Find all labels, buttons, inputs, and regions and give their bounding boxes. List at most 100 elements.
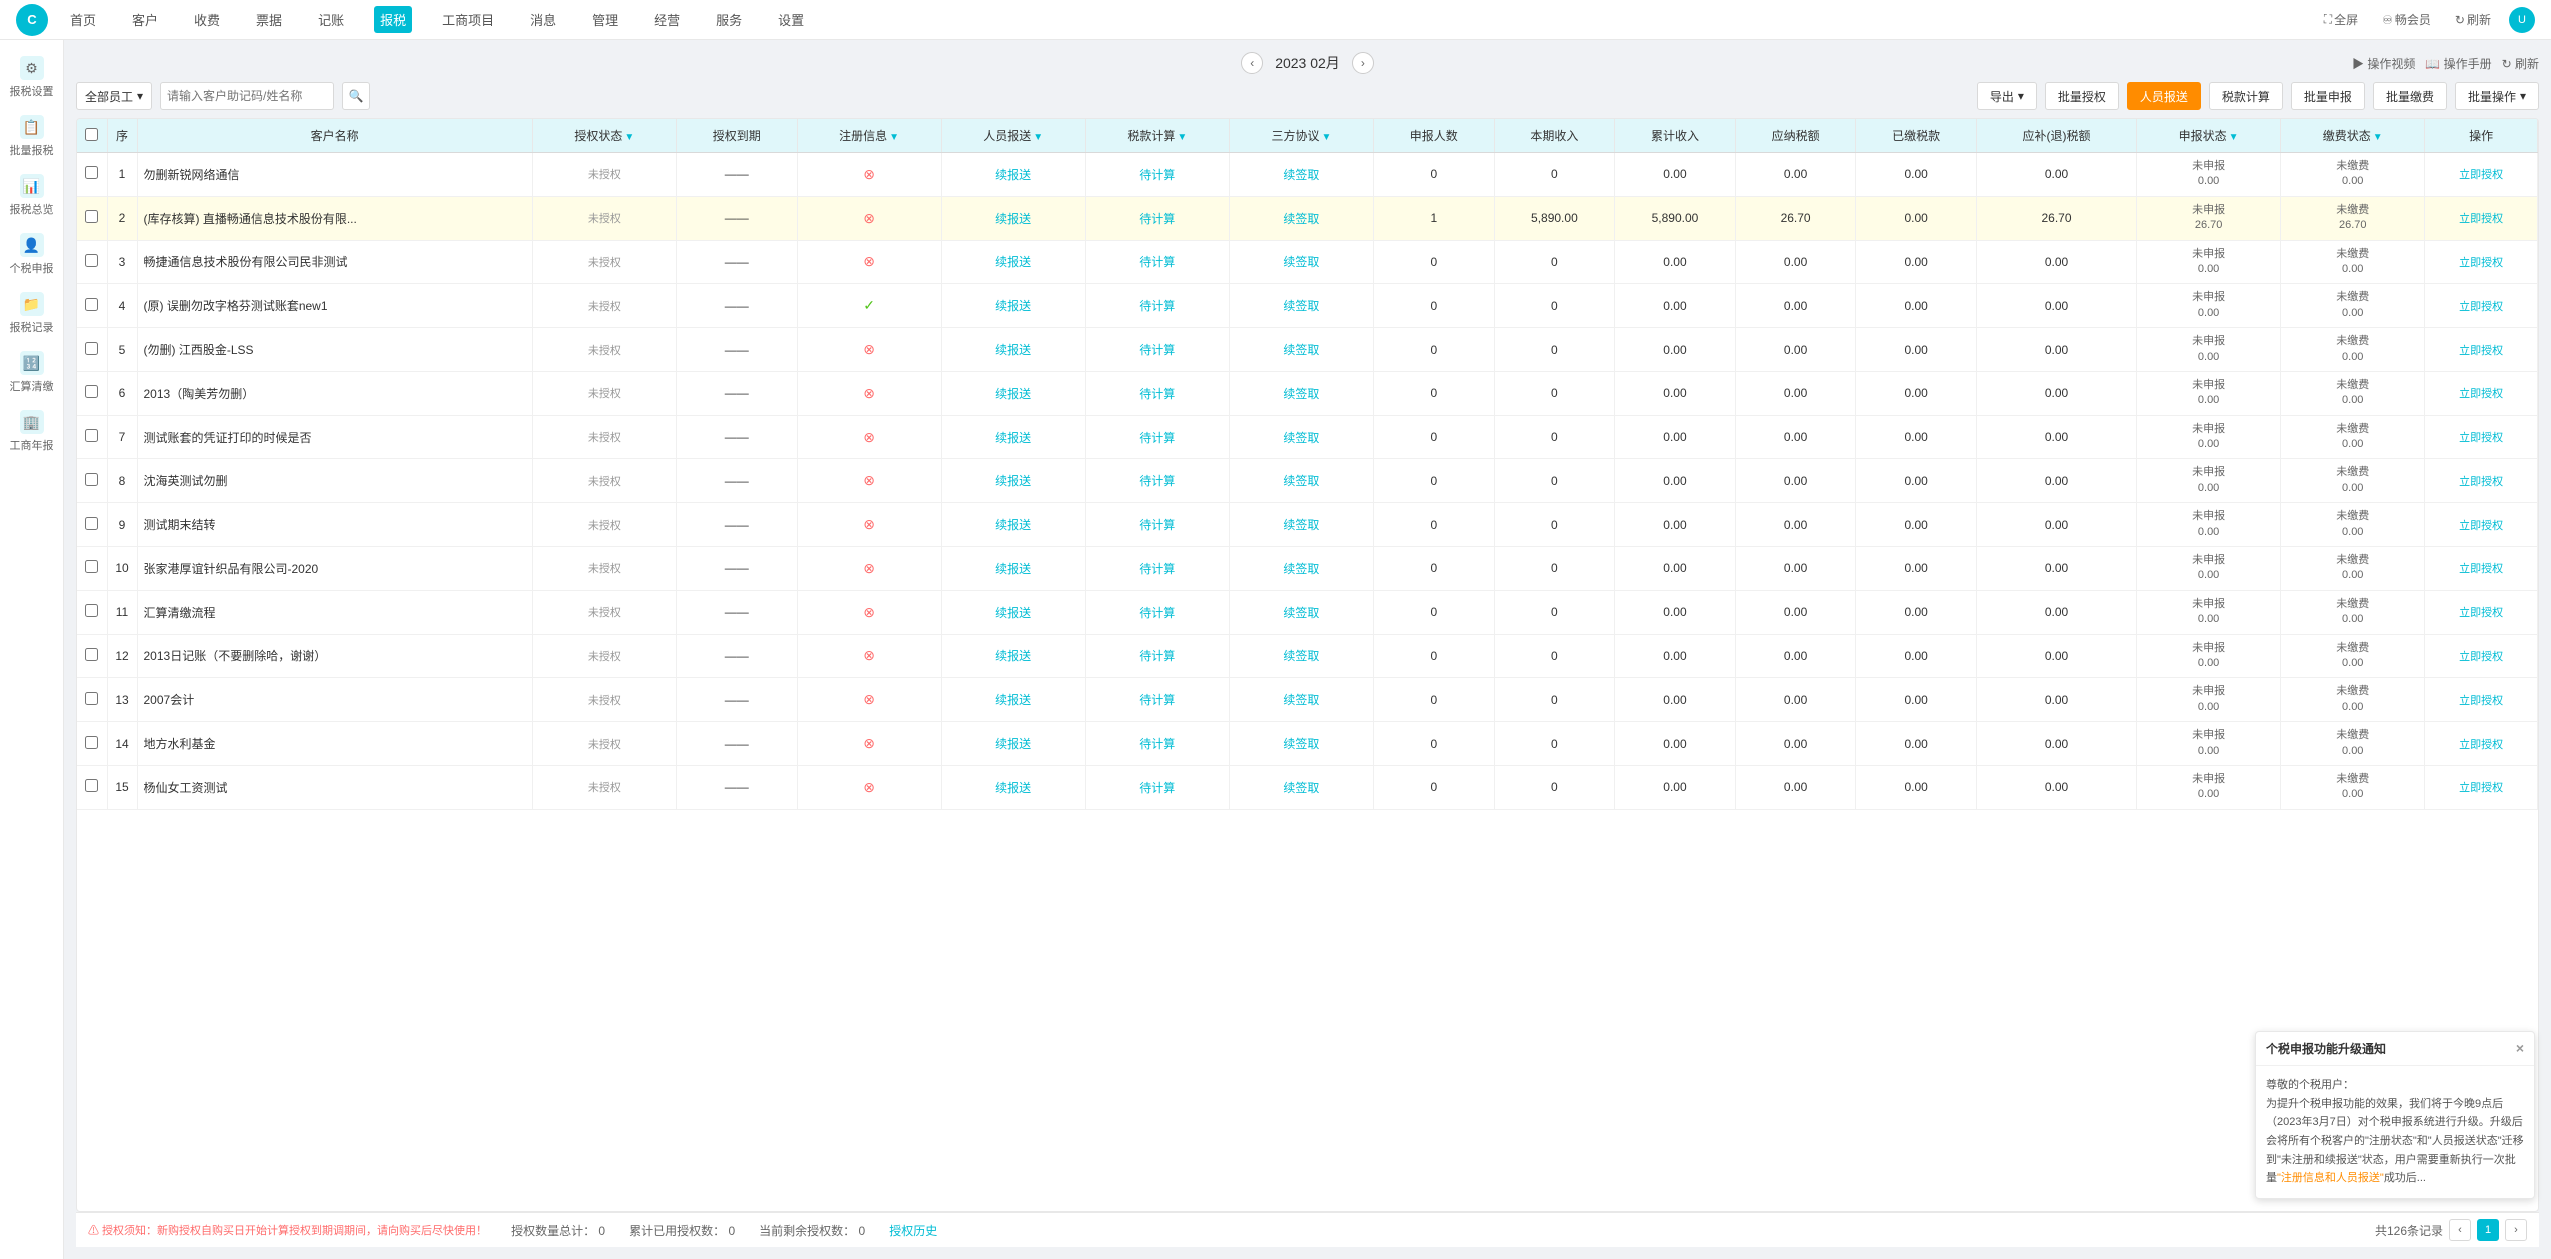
- sidebar-item-报税设置[interactable]: ⚙报税设置: [0, 48, 63, 107]
- row-action-button[interactable]: 立即授权: [2459, 563, 2503, 575]
- row-checkbox-14[interactable]: [85, 779, 98, 792]
- nav-item-首页[interactable]: 首页: [64, 6, 102, 33]
- row-action-button[interactable]: 立即授权: [2459, 432, 2503, 444]
- sidebar-item-工商年报[interactable]: 🏢工商年报: [0, 402, 63, 461]
- row-checkbox-8[interactable]: [85, 517, 98, 530]
- row-checkbox-0[interactable]: [85, 166, 98, 179]
- row-tax-due: 0.00: [1735, 722, 1856, 766]
- table-body: 1 勿删新锐网络通信 未授权 —— ⊗ 续报送 待计算 续签取 0 0 0.00…: [77, 153, 2538, 810]
- row-action-button[interactable]: 立即授权: [2459, 257, 2503, 269]
- row-checkbox-5[interactable]: [85, 385, 98, 398]
- search-button[interactable]: 🔍: [342, 82, 370, 110]
- row-name: (库存核算) 直播畅通信息技术股份有限...: [137, 196, 532, 240]
- row-checkbox-1[interactable]: [85, 210, 98, 223]
- data-table: 序 客户名称 授权状态▼ 授权到期 注册信息▼ 人员报送▼ 税款计算▼ 三方协议…: [77, 119, 2538, 810]
- row-action-button[interactable]: 立即授权: [2459, 213, 2503, 225]
- row-checkbox-3[interactable]: [85, 298, 98, 311]
- reg-info-filter-icon[interactable]: ▼: [889, 132, 899, 143]
- row-action-button[interactable]: 立即授权: [2459, 345, 2503, 357]
- triparty-filter-icon[interactable]: ▼: [1321, 132, 1331, 143]
- batch-fee-button[interactable]: 批量缴费: [2373, 82, 2447, 110]
- batch-report-button[interactable]: 批量申报: [2291, 82, 2365, 110]
- nav-item-消息[interactable]: 消息: [524, 6, 562, 33]
- nav-item-收费[interactable]: 收费: [188, 6, 226, 33]
- nav-item-服务[interactable]: 服务: [710, 6, 748, 33]
- sidebar-icon: 🔢: [20, 351, 44, 375]
- sidebar-item-报税记录[interactable]: 📁报税记录: [0, 284, 63, 343]
- row-action-button[interactable]: 立即授权: [2459, 520, 2503, 532]
- select-all-checkbox[interactable]: [85, 128, 98, 141]
- row-action-button[interactable]: 立即授权: [2459, 695, 2503, 707]
- row-reg-info: ⊗: [797, 328, 941, 372]
- row-checkbox-9[interactable]: [85, 560, 98, 573]
- row-action: 立即授权: [2425, 765, 2538, 809]
- row-auth-end: ——: [676, 547, 797, 591]
- notification-close-button[interactable]: ×: [2516, 1040, 2524, 1056]
- row-tax-paid: 0.00: [1856, 196, 1977, 240]
- nav-item-经营[interactable]: 经营: [648, 6, 686, 33]
- row-action: 立即授权: [2425, 371, 2538, 415]
- row-seq: 4: [107, 284, 137, 328]
- row-action-button[interactable]: 立即授权: [2459, 739, 2503, 751]
- nav-item-报税[interactable]: 报税: [374, 6, 412, 33]
- search-input[interactable]: [167, 89, 327, 103]
- dropdown-icon: ▾: [2018, 89, 2024, 103]
- sidebar-item-报税总览[interactable]: 📊报税总览: [0, 166, 63, 225]
- row-action-button[interactable]: 立即授权: [2459, 169, 2503, 181]
- row-checkbox-2[interactable]: [85, 254, 98, 267]
- prev-period-button[interactable]: ‹: [1241, 52, 1263, 74]
- tax-calc-filter-icon[interactable]: ▼: [1177, 132, 1187, 143]
- export-button[interactable]: 导出 ▾: [1977, 82, 2037, 110]
- row-checkbox-6[interactable]: [85, 429, 98, 442]
- row-action-button[interactable]: 立即授权: [2459, 301, 2503, 313]
- row-auth-status: 未授权: [532, 153, 676, 197]
- auth-status-filter-icon[interactable]: ▼: [624, 132, 634, 143]
- nav-item-工商项目[interactable]: 工商项目: [436, 6, 500, 33]
- member-button[interactable]: ♾ 畅会员: [2376, 9, 2437, 30]
- row-action-button[interactable]: 立即授权: [2459, 782, 2503, 794]
- sidebar-item-个税申报[interactable]: 👤个税申报: [0, 225, 63, 284]
- refresh-link[interactable]: ↻ 刷新: [2502, 55, 2539, 72]
- sidebar-item-批量报税[interactable]: 📋批量报税: [0, 107, 63, 166]
- row-checkbox-11[interactable]: [85, 648, 98, 661]
- row-action-button[interactable]: 立即授权: [2459, 388, 2503, 400]
- nav-item-客户[interactable]: 客户: [126, 6, 164, 33]
- operation-manual-link[interactable]: 📖 操作手册: [2425, 55, 2491, 72]
- nav-item-管理[interactable]: 管理: [586, 6, 624, 33]
- nav-item-票据[interactable]: 票据: [250, 6, 288, 33]
- row-checkbox-12[interactable]: [85, 692, 98, 705]
- personnel-report-button[interactable]: 人员报送: [2127, 82, 2201, 110]
- auth-history-link[interactable]: 授权历史: [889, 1222, 937, 1239]
- col-report-status: 申报状态▼: [2137, 119, 2281, 153]
- row-action-button[interactable]: 立即授权: [2459, 476, 2503, 488]
- row-personnel: 续报送: [941, 240, 1085, 284]
- table-row: 2 (库存核算) 直播畅通信息技术股份有限... 未授权 —— ⊗ 续报送 待计…: [77, 196, 2538, 240]
- employee-filter-select[interactable]: 全部员工 ▾: [76, 82, 152, 110]
- fullscreen-button[interactable]: ⛶ 全屏: [2318, 9, 2364, 30]
- refresh-button[interactable]: ↻ 刷新: [2449, 9, 2497, 30]
- batch-op-button[interactable]: 批量操作 ▾: [2455, 82, 2539, 110]
- row-acc-income: 0.00: [1615, 415, 1736, 459]
- operation-video-link[interactable]: ▶ 操作视频: [2352, 55, 2415, 72]
- next-page-button[interactable]: ›: [2505, 1219, 2527, 1241]
- row-checkbox-10[interactable]: [85, 604, 98, 617]
- row-checkbox-4[interactable]: [85, 342, 98, 355]
- personnel-filter-icon[interactable]: ▼: [1033, 132, 1043, 143]
- batch-auth-button[interactable]: 批量授权: [2045, 82, 2119, 110]
- nav-item-记账[interactable]: 记账: [312, 6, 350, 33]
- prev-page-button[interactable]: ‹: [2449, 1219, 2471, 1241]
- sidebar-item-汇算清缴[interactable]: 🔢汇算清缴: [0, 343, 63, 402]
- row-checkbox-cell: [77, 371, 107, 415]
- user-avatar[interactable]: U: [2509, 7, 2535, 33]
- row-action-button[interactable]: 立即授权: [2459, 607, 2503, 619]
- row-fee-status: 未缴费 0.00: [2281, 153, 2425, 197]
- current-page[interactable]: 1: [2477, 1219, 2499, 1241]
- next-period-button[interactable]: ›: [1352, 52, 1374, 74]
- row-checkbox-7[interactable]: [85, 473, 98, 486]
- report-status-filter-icon[interactable]: ▼: [2229, 132, 2239, 143]
- tax-calc-button[interactable]: 税款计算: [2209, 82, 2283, 110]
- nav-item-设置[interactable]: 设置: [772, 6, 810, 33]
- row-checkbox-13[interactable]: [85, 736, 98, 749]
- row-action-button[interactable]: 立即授权: [2459, 651, 2503, 663]
- fee-status-filter-icon[interactable]: ▼: [2373, 132, 2383, 143]
